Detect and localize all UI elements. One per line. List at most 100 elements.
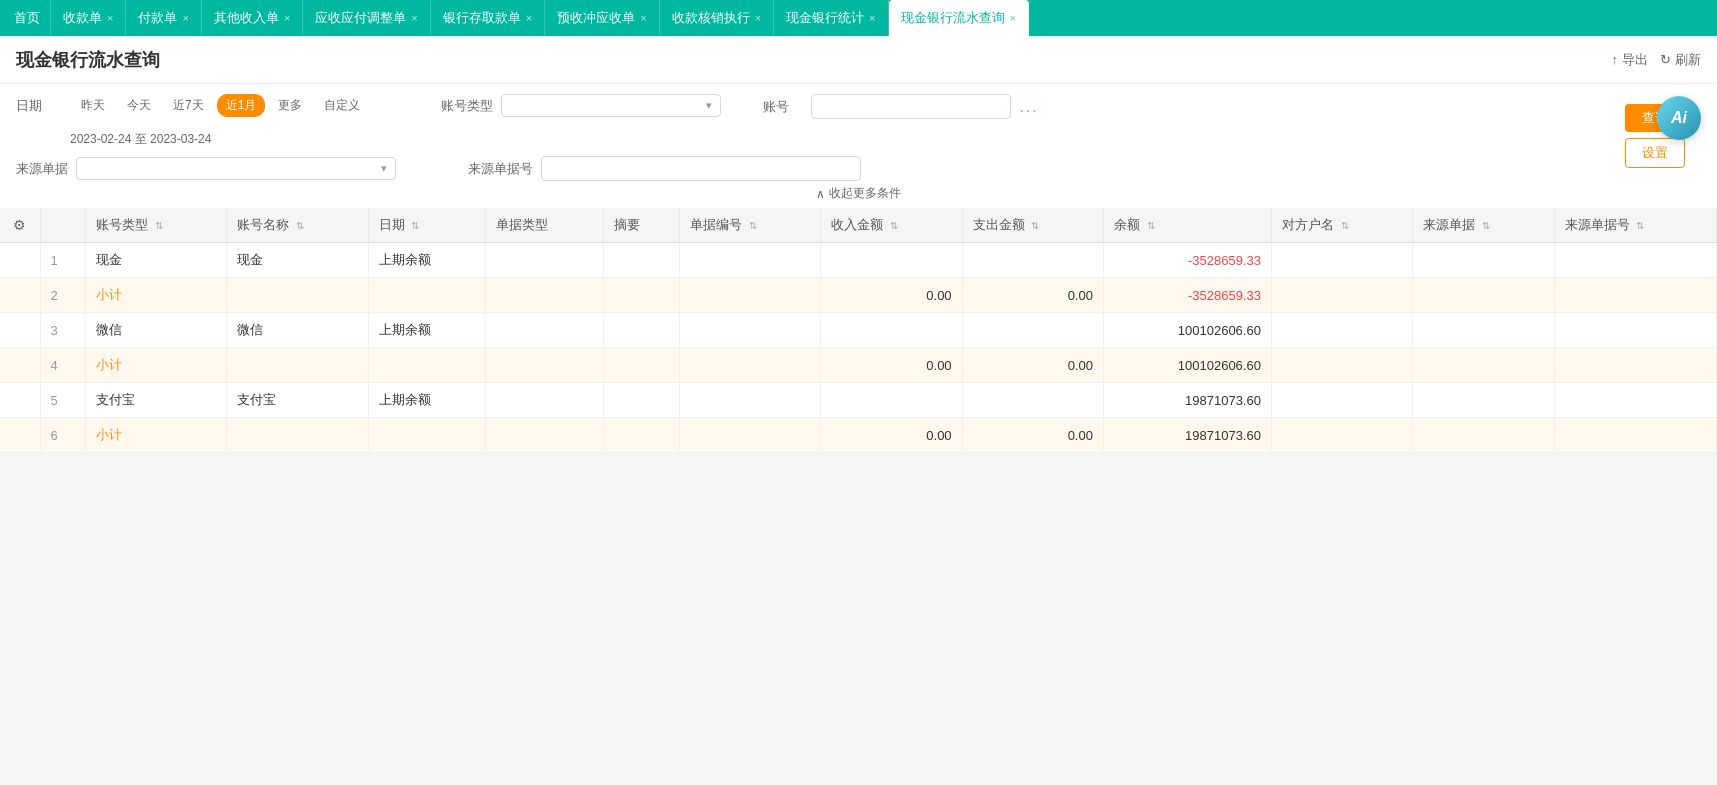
close-icon[interactable]: ×	[411, 12, 417, 24]
nav-tab-bank-deposit[interactable]: 银行存取款单 ×	[431, 0, 545, 36]
row-doc-no	[679, 313, 820, 348]
table-row: 5 支付宝 支付宝 上期余额 19871073.60	[0, 383, 1717, 418]
table-row: 4 小计 0.00 0.00 100102606.60	[0, 348, 1717, 383]
ai-button[interactable]: Ai	[1657, 96, 1701, 140]
source-doc-no-input[interactable]	[541, 156, 861, 181]
row-source-doc-no	[1554, 418, 1716, 453]
row-summary	[604, 348, 680, 383]
row-account-type: 小计	[86, 278, 227, 313]
header-bar: 现金银行流水查询 ↑ 导出 ↻ 刷新	[0, 36, 1717, 84]
row-balance: 19871073.60	[1103, 383, 1271, 418]
row-date: 上期余额	[368, 383, 486, 418]
top-nav: 首页 收款单 × 付款单 × 其他收入单 × 应收应付调整单 × 银行存取款单 …	[0, 0, 1717, 36]
account-input[interactable]	[811, 94, 1011, 119]
row-account-name: 现金	[227, 243, 368, 278]
date-btn-1month[interactable]: 近1月	[217, 94, 266, 117]
row-doc-type	[486, 313, 604, 348]
collapse-bar[interactable]: ∧ 收起更多条件	[16, 181, 1701, 202]
settings-button[interactable]: 设置	[1625, 138, 1685, 168]
table-header-row: ⚙ 账号类型 ⇅ 账号名称 ⇅ 日期 ⇅ 单据类型	[0, 208, 1717, 243]
col-counterpart[interactable]: 对方户名 ⇅	[1271, 208, 1412, 243]
row-doc-no	[679, 418, 820, 453]
date-btn-7days[interactable]: 近7天	[164, 94, 213, 117]
col-date[interactable]: 日期 ⇅	[368, 208, 486, 243]
date-btn-yesterday[interactable]: 昨天	[72, 94, 114, 117]
source-doc-select[interactable]: ▾	[76, 157, 396, 180]
table-row: 6 小计 0.00 0.00 19871073.60	[0, 418, 1717, 453]
row-counterpart	[1271, 383, 1412, 418]
table-row: 3 微信 微信 上期余额 100102606.60	[0, 313, 1717, 348]
close-icon[interactable]: ×	[869, 12, 875, 24]
row-account-name	[227, 348, 368, 383]
nav-tab-other-income[interactable]: 其他收入单 ×	[202, 0, 303, 36]
nav-tab-ar-ap-adjust[interactable]: 应收应付调整单 ×	[303, 0, 430, 36]
row-summary	[604, 243, 680, 278]
row-income	[821, 243, 962, 278]
nav-tab-cash-stats[interactable]: 现金银行统计 ×	[774, 0, 888, 36]
row-expense: 0.00	[962, 278, 1103, 313]
row-account-type: 支付宝	[86, 383, 227, 418]
row-settings-cell	[0, 278, 40, 313]
date-btn-more[interactable]: 更多	[269, 94, 311, 117]
nav-tab-payment[interactable]: 付款单 ×	[126, 0, 201, 36]
refresh-icon: ↻	[1660, 52, 1671, 67]
nav-tab-cash-flow[interactable]: 现金银行流水查询 ×	[889, 0, 1029, 36]
row-counterpart	[1271, 243, 1412, 278]
nav-tab-home[interactable]: 首页	[4, 0, 51, 36]
row-source-doc-no	[1554, 243, 1716, 278]
col-income[interactable]: 收入金额 ⇅	[821, 208, 962, 243]
row-income: 0.00	[821, 278, 962, 313]
nav-tab-prepay-offset[interactable]: 预收冲应收单 ×	[545, 0, 659, 36]
close-icon[interactable]: ×	[284, 12, 290, 24]
row-balance: 19871073.60	[1103, 418, 1271, 453]
account-type-select[interactable]: ▾	[501, 94, 721, 117]
date-btn-today[interactable]: 今天	[118, 94, 160, 117]
row-balance: 100102606.60	[1103, 313, 1271, 348]
table-container: ⚙ 账号类型 ⇅ 账号名称 ⇅ 日期 ⇅ 单据类型	[0, 208, 1717, 453]
row-settings-cell	[0, 313, 40, 348]
date-label: 日期	[16, 97, 56, 115]
account-more-button[interactable]: ...	[1019, 98, 1038, 116]
col-source-doc-no[interactable]: 来源单据号 ⇅	[1554, 208, 1716, 243]
filter-wrap: 日期 昨天 今天 近7天 近1月 更多 自定义 2023-02-24 至 202…	[16, 94, 1701, 202]
nav-tab-receipt[interactable]: 收款单 ×	[51, 0, 126, 36]
row-counterpart	[1271, 278, 1412, 313]
row-source-doc-no	[1554, 313, 1716, 348]
close-icon[interactable]: ×	[1010, 12, 1016, 24]
row-settings-cell	[0, 243, 40, 278]
source-doc-label: 来源单据	[16, 160, 68, 178]
close-icon[interactable]: ×	[526, 12, 532, 24]
close-icon[interactable]: ×	[640, 12, 646, 24]
row-expense	[962, 383, 1103, 418]
row-source-doc	[1413, 243, 1554, 278]
refresh-button[interactable]: ↻ 刷新	[1660, 51, 1701, 69]
row-income	[821, 313, 962, 348]
row-account-name: 微信	[227, 313, 368, 348]
close-icon[interactable]: ×	[107, 12, 113, 24]
col-account-name[interactable]: 账号名称 ⇅	[227, 208, 368, 243]
row-seq: 3	[40, 313, 86, 348]
gear-icon[interactable]: ⚙	[13, 217, 26, 233]
row-counterpart	[1271, 418, 1412, 453]
date-filter-row: 日期 昨天 今天 近7天 近1月 更多 自定义	[16, 94, 369, 117]
sort-icon: ⇅	[1341, 220, 1349, 231]
col-account-type[interactable]: 账号类型 ⇅	[86, 208, 227, 243]
close-icon[interactable]: ×	[755, 12, 761, 24]
close-icon[interactable]: ×	[182, 12, 188, 24]
date-btn-custom[interactable]: 自定义	[315, 94, 369, 117]
col-doc-no[interactable]: 单据编号 ⇅	[679, 208, 820, 243]
row-doc-type	[486, 278, 604, 313]
row-doc-type	[486, 348, 604, 383]
export-button[interactable]: ↑ 导出	[1612, 51, 1649, 69]
row-summary	[604, 313, 680, 348]
row-expense	[962, 313, 1103, 348]
col-expense[interactable]: 支出金额 ⇅	[962, 208, 1103, 243]
row-date: 上期余额	[368, 313, 486, 348]
nav-tab-collection-exec[interactable]: 收款核销执行 ×	[660, 0, 774, 36]
row-doc-type	[486, 383, 604, 418]
col-settings[interactable]: ⚙	[0, 208, 40, 243]
row-settings-cell	[0, 383, 40, 418]
col-source-doc[interactable]: 来源单据 ⇅	[1413, 208, 1554, 243]
col-balance[interactable]: 余额 ⇅	[1103, 208, 1271, 243]
row-account-type: 现金	[86, 243, 227, 278]
